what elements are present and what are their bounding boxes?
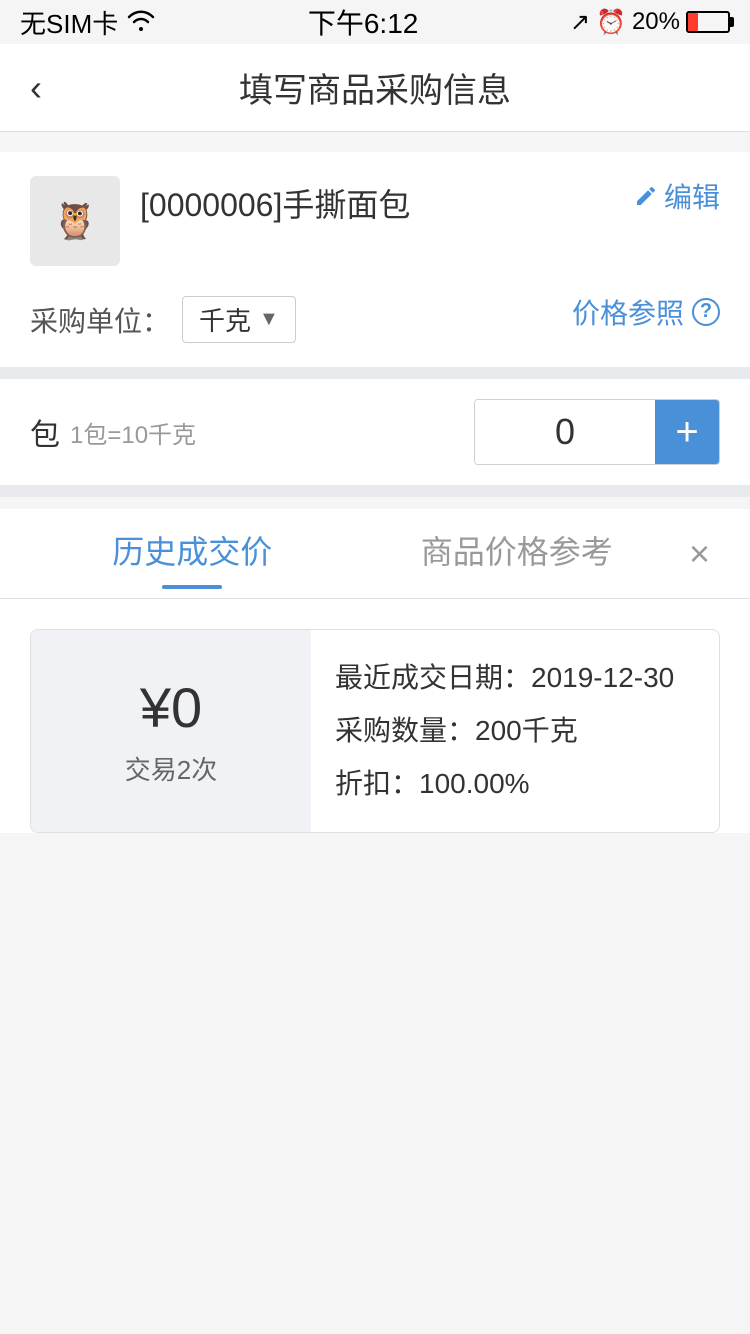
purchase-quantity-row: 采购数量：200千克 — [335, 711, 695, 750]
price-ref-label: 价格参照 — [572, 292, 684, 332]
package-label: 包 — [30, 410, 60, 454]
recent-date-row: 最近成交日期：2019-12-30 — [335, 658, 695, 697]
product-name: [0000006]手撕面包 — [140, 180, 410, 226]
product-thumbnail: 🦉 — [30, 176, 120, 266]
help-icon: ? — [692, 298, 720, 326]
unit-row: 采购单位： 千克 ▼ — [30, 296, 296, 343]
product-header: 🦉 [0000006]手撕面包 编辑 — [30, 176, 720, 266]
edit-label: 编辑 — [664, 176, 720, 216]
product-bottom-row: 采购单位： 千克 ▼ 价格参照 ? — [30, 280, 720, 343]
tabs-close-button[interactable]: × — [679, 533, 720, 575]
divider-1 — [0, 367, 750, 379]
unit-selector[interactable]: 千克 ▼ — [182, 296, 296, 343]
tabs-header: 历史成交价 商品价格参考 × — [0, 509, 750, 599]
divider-2 — [0, 485, 750, 497]
discount-value: 100.00% — [419, 768, 530, 799]
wifi-icon — [126, 7, 156, 38]
discount-label: 折扣： — [335, 768, 419, 799]
purchase-quantity-value: 200千克 — [475, 715, 578, 746]
tab-history-price[interactable]: 历史成交价 — [30, 527, 354, 581]
nav-bar: ‹ 填写商品采购信息 — [0, 44, 750, 132]
back-button[interactable]: ‹ — [30, 67, 90, 109]
product-info: [0000006]手撕面包 — [140, 176, 410, 226]
edit-icon — [634, 184, 658, 208]
purchase-quantity-label: 采购数量： — [335, 715, 475, 746]
unit-value: 千克 — [199, 301, 251, 338]
page-title: 填写商品采购信息 — [239, 63, 511, 112]
price-ref-button[interactable]: 价格参照 ? — [572, 292, 720, 332]
quantity-input[interactable] — [475, 400, 655, 464]
unit-label: 采购单位： — [30, 300, 170, 340]
history-card: ¥0 交易2次 最近成交日期：2019-12-30 采购数量：200千克 折扣：… — [30, 629, 720, 833]
status-left: 无SIM卡 — [20, 4, 156, 41]
location-icon: ↗ — [570, 8, 590, 37]
recent-date-value: 2019-12-30 — [531, 662, 674, 693]
trade-count: 交易2次 — [125, 750, 217, 787]
carrier-label: 无SIM卡 — [20, 4, 118, 41]
dropdown-arrow-icon: ▼ — [259, 308, 279, 331]
quantity-row: 包 1包=10千克 + — [0, 379, 750, 485]
quantity-plus-button[interactable]: + — [655, 400, 719, 464]
quantity-input-group: + — [474, 399, 720, 465]
tab-product-price-ref[interactable]: 商品价格参考 — [354, 527, 678, 581]
battery-percent: 20% — [632, 8, 680, 36]
card-left: ¥0 交易2次 — [31, 630, 311, 832]
package-hint: 1包=10千克 — [70, 415, 196, 450]
status-time: 下午6:12 — [308, 2, 419, 42]
history-price: ¥0 — [140, 675, 202, 740]
discount-row: 折扣：100.00% — [335, 764, 695, 803]
status-bar: 无SIM卡 下午6:12 ↗ ⏰ 20% — [0, 0, 750, 44]
recent-date-label: 最近成交日期： — [335, 662, 531, 693]
battery-icon — [686, 11, 730, 33]
edit-button[interactable]: 编辑 — [634, 176, 720, 216]
product-card: 🦉 [0000006]手撕面包 编辑 采购单位： 千克 ▼ 价格参照 — [0, 152, 750, 367]
product-left: 🦉 [0000006]手撕面包 — [30, 176, 410, 266]
status-right: ↗ ⏰ 20% — [570, 8, 730, 37]
quantity-label: 包 1包=10千克 — [30, 410, 196, 454]
card-right: 最近成交日期：2019-12-30 采购数量：200千克 折扣：100.00% — [311, 630, 719, 832]
tabs-panel: 历史成交价 商品价格参考 × ¥0 交易2次 最近成交日期：2019-12-30… — [0, 509, 750, 833]
product-logo-icon: 🦉 — [53, 203, 98, 239]
alarm-icon: ⏰ — [596, 8, 626, 37]
